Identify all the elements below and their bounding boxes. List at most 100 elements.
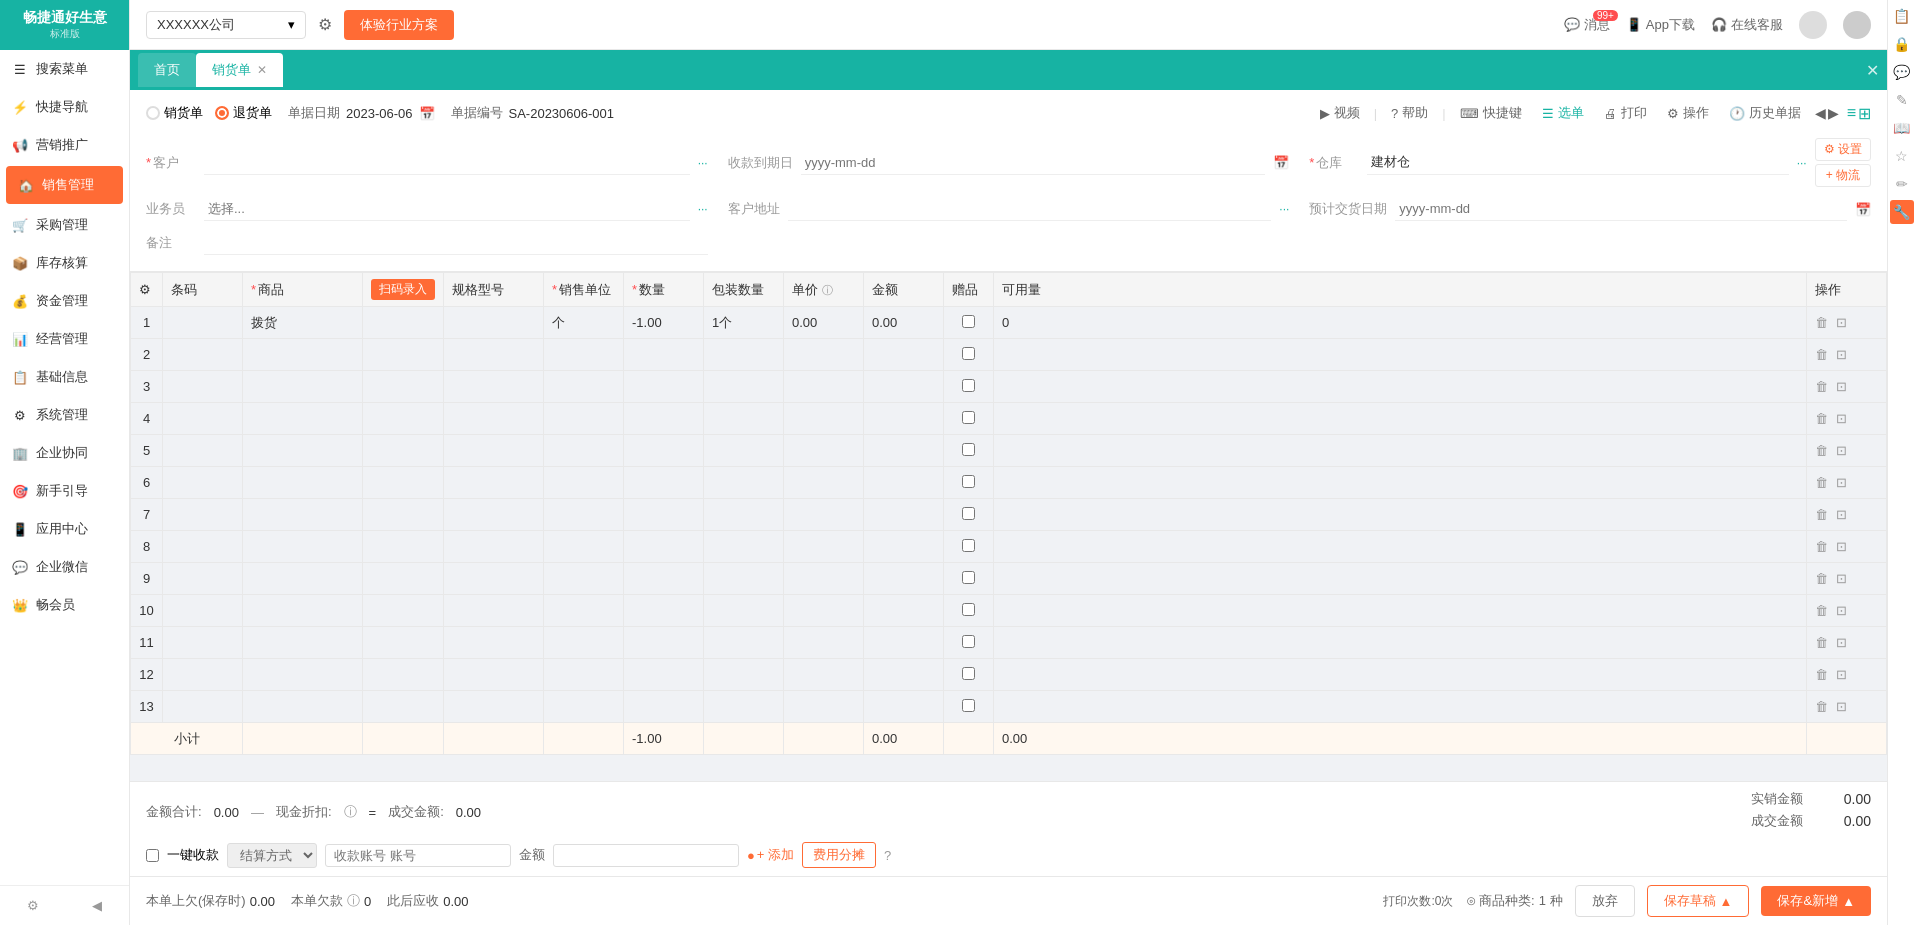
cell-barcode[interactable]: [163, 371, 243, 403]
cell-gift[interactable]: [944, 531, 994, 563]
cell-barcode[interactable]: [163, 563, 243, 595]
salesperson-input[interactable]: [204, 197, 690, 221]
calendar-icon2[interactable]: 📅: [1273, 155, 1289, 170]
cell-barcode[interactable]: [163, 531, 243, 563]
cell-barcode[interactable]: [163, 499, 243, 531]
video-btn[interactable]: ▶ 视频: [1314, 102, 1366, 124]
gift-checkbox[interactable]: [962, 347, 975, 360]
list-view-btn2[interactable]: ⊞: [1858, 104, 1871, 123]
sidebar-collapse-btn[interactable]: ◀: [88, 894, 106, 917]
expected-date-input[interactable]: [1395, 197, 1847, 221]
copy-icon[interactable]: ⊡: [1836, 347, 1847, 362]
gift-checkbox[interactable]: [962, 507, 975, 520]
barcode-input[interactable]: [171, 379, 234, 394]
right-panel-btn-7[interactable]: ✏: [1890, 172, 1914, 196]
delete-icon[interactable]: 🗑: [1815, 411, 1828, 426]
delete-icon[interactable]: 🗑: [1815, 315, 1828, 330]
service-button[interactable]: 🎧 在线客服: [1711, 16, 1783, 34]
sidebar-item-quicknav[interactable]: ⚡ 快捷导航: [0, 88, 129, 126]
cell-barcode[interactable]: [163, 467, 243, 499]
delete-icon[interactable]: 🗑: [1815, 475, 1828, 490]
history-btn[interactable]: 🕐 历史单据: [1723, 102, 1807, 124]
cell-gift[interactable]: [944, 563, 994, 595]
total-debt-help-icon[interactable]: ⓘ: [347, 892, 360, 910]
right-panel-btn-2[interactable]: 🔒: [1890, 32, 1914, 56]
customer-input[interactable]: [204, 151, 690, 175]
gift-checkbox[interactable]: [962, 315, 975, 328]
cell-gift[interactable]: [944, 659, 994, 691]
delete-icon[interactable]: 🗑: [1815, 539, 1828, 554]
sidebar-item-operation[interactable]: 📊 经营管理: [0, 320, 129, 358]
copy-icon[interactable]: ⊡: [1836, 635, 1847, 650]
right-panel-btn-5[interactable]: 📖: [1890, 116, 1914, 140]
gift-checkbox[interactable]: [962, 667, 975, 680]
copy-icon[interactable]: ⊡: [1836, 539, 1847, 554]
copy-icon[interactable]: ⊡: [1836, 507, 1847, 522]
gift-checkbox[interactable]: [962, 411, 975, 424]
addr-more-icon[interactable]: ···: [1279, 202, 1289, 216]
copy-icon[interactable]: ⊡: [1836, 315, 1847, 330]
barcode-input[interactable]: [171, 571, 234, 586]
settings-action-btn[interactable]: ⚙ 设置: [1815, 138, 1871, 161]
next-arrow[interactable]: ▶: [1828, 105, 1839, 121]
due-date-input[interactable]: [801, 151, 1266, 175]
barcode-input[interactable]: [171, 539, 234, 554]
sidebar-item-marketing[interactable]: 📢 营销推广: [0, 126, 129, 164]
col-settings[interactable]: ⚙: [131, 273, 163, 307]
sidebar-item-member[interactable]: 👑 畅会员: [0, 586, 129, 624]
cell-gift[interactable]: [944, 627, 994, 659]
delete-icon[interactable]: 🗑: [1815, 571, 1828, 586]
cell-barcode[interactable]: [163, 627, 243, 659]
gift-checkbox[interactable]: [962, 379, 975, 392]
copy-icon[interactable]: ⊡: [1836, 603, 1847, 618]
barcode-input[interactable]: [171, 667, 234, 682]
cell-barcode[interactable]: [163, 659, 243, 691]
sidebar-item-wechat[interactable]: 💬 企业微信: [0, 548, 129, 586]
avatar-extra[interactable]: [1843, 11, 1871, 39]
delete-icon[interactable]: 🗑: [1815, 379, 1828, 394]
discount-help-icon[interactable]: ⓘ: [344, 803, 357, 821]
barcode-input[interactable]: [171, 347, 234, 362]
cell-gift[interactable]: [944, 691, 994, 723]
barcode-input[interactable]: [171, 699, 234, 714]
gift-checkbox[interactable]: [962, 571, 975, 584]
tab-close-icon[interactable]: ✕: [257, 63, 267, 77]
radio-return[interactable]: 退货单: [215, 104, 272, 122]
expense-button[interactable]: 费用分摊: [802, 842, 876, 868]
right-panel-btn-4[interactable]: ✎: [1890, 88, 1914, 112]
delete-icon[interactable]: 🗑: [1815, 507, 1828, 522]
barcode-input[interactable]: [171, 603, 234, 618]
operation-btn[interactable]: ⚙ 操作: [1661, 102, 1715, 124]
calendar-icon3[interactable]: 📅: [1855, 202, 1871, 217]
sidebar-item-inventory[interactable]: 📦 库存核算: [0, 244, 129, 282]
cell-gift[interactable]: [944, 403, 994, 435]
delete-icon[interactable]: 🗑: [1815, 443, 1828, 458]
delete-icon[interactable]: 🗑: [1815, 667, 1828, 682]
cell-gift[interactable]: [944, 371, 994, 403]
prev-arrow[interactable]: ◀: [1815, 105, 1826, 121]
cell-barcode[interactable]: [163, 595, 243, 627]
settings-icon[interactable]: ⚙: [318, 15, 332, 34]
help-btn[interactable]: ? 帮助: [1385, 102, 1434, 124]
list-view-btn1[interactable]: ≡: [1847, 104, 1856, 123]
cell-barcode[interactable]: [163, 435, 243, 467]
cell-barcode[interactable]: [163, 691, 243, 723]
sidebar-item-finance[interactable]: 💰 资金管理: [0, 282, 129, 320]
copy-icon[interactable]: ⊡: [1836, 475, 1847, 490]
radio-sales[interactable]: 销货单: [146, 104, 203, 122]
barcode-input[interactable]: [171, 507, 234, 522]
copy-icon[interactable]: ⊡: [1836, 699, 1847, 714]
barcode-input[interactable]: [171, 635, 234, 650]
trial-button[interactable]: 体验行业方案: [344, 10, 454, 40]
expense-help-icon[interactable]: ?: [884, 848, 891, 863]
copy-icon[interactable]: ⊡: [1836, 379, 1847, 394]
gift-checkbox[interactable]: [962, 603, 975, 616]
cell-gift[interactable]: [944, 467, 994, 499]
warehouse-input[interactable]: [1367, 151, 1788, 175]
close-all-tabs-button[interactable]: ✕: [1866, 61, 1879, 80]
warehouse-more-icon[interactable]: ···: [1797, 156, 1807, 170]
right-panel-btn-3[interactable]: 💬: [1890, 60, 1914, 84]
right-panel-btn-6[interactable]: ☆: [1890, 144, 1914, 168]
sidebar-item-sales[interactable]: 🏠 销售管理: [6, 166, 123, 204]
cell-barcode[interactable]: [163, 307, 243, 339]
